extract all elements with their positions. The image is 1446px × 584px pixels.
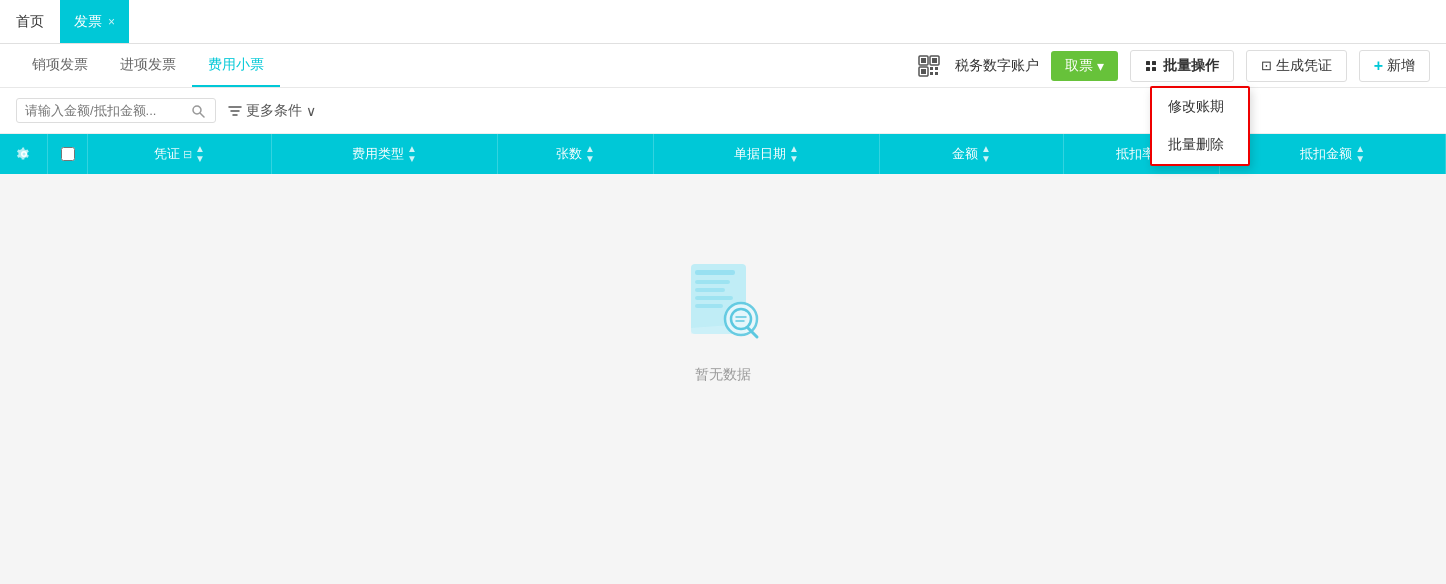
th-type[interactable]: 费用类型 ▲ ▼ — [272, 134, 498, 174]
th-count[interactable]: 张数 ▲ ▼ — [498, 134, 654, 174]
svg-rect-21 — [695, 304, 723, 308]
invoice-tab-label: 发票 — [74, 13, 102, 31]
svg-rect-1 — [921, 58, 926, 63]
svg-rect-11 — [1152, 61, 1156, 65]
search-input-wrap[interactable] — [16, 98, 216, 123]
svg-rect-3 — [932, 58, 937, 63]
empty-illustration — [673, 254, 773, 354]
invoice-tab[interactable]: 发票 × — [60, 0, 129, 43]
select-all-checkbox[interactable] — [61, 147, 75, 161]
modify-period-item[interactable]: 修改账期 — [1152, 88, 1248, 126]
filter-icon — [228, 104, 242, 118]
tab-expense[interactable]: 费用小票 — [192, 44, 280, 87]
batch-delete-item[interactable]: 批量删除 — [1152, 126, 1248, 164]
type-sort-icon[interactable]: ▲ ▼ — [407, 144, 417, 164]
deduct-sort-icon[interactable]: ▲ ▼ — [1355, 144, 1365, 164]
home-tab[interactable]: 首页 — [0, 0, 60, 43]
svg-rect-8 — [930, 72, 933, 75]
add-icon: + — [1374, 57, 1383, 75]
chevron-down-icon: ∨ — [306, 103, 316, 119]
more-filter-button[interactable]: 更多条件 ∨ — [228, 102, 316, 120]
top-nav: 首页 发票 × — [0, 0, 1446, 44]
batch-operation-button[interactable]: 批量操作 — [1130, 50, 1234, 82]
batch-dropdown-menu: 修改账期 批量删除 — [1150, 86, 1250, 166]
search-input[interactable] — [25, 103, 185, 118]
gear-icon — [16, 146, 32, 162]
svg-rect-6 — [930, 67, 933, 70]
svg-rect-17 — [695, 270, 735, 275]
date-sort-icon[interactable]: ▲ ▼ — [789, 144, 799, 164]
th-date[interactable]: 单据日期 ▲ ▼ — [654, 134, 880, 174]
sub-tabs: 销项发票 进项发票 费用小票 — [16, 44, 280, 87]
add-button[interactable]: + 新增 — [1359, 50, 1430, 82]
count-sort-icon[interactable]: ▲ ▼ — [585, 144, 595, 164]
search-icon — [191, 104, 205, 118]
th-deduct[interactable]: 抵扣金额 ▲ ▼ — [1220, 134, 1446, 174]
th-voucher[interactable]: 凭证 ⊟ ▲ ▼ — [88, 134, 272, 174]
voucher-sort-icon[interactable]: ▲ ▼ — [195, 144, 205, 164]
qr-icon[interactable] — [915, 52, 943, 80]
svg-line-15 — [201, 113, 205, 117]
right-actions: 税务数字账户 取票 ▾ 批量操作 ⊡ 生成凭证 + 新增 — [915, 50, 1430, 82]
tax-account-button[interactable]: 税务数字账户 — [955, 57, 1039, 75]
voucher-filter-icon[interactable]: ⊟ — [183, 148, 192, 161]
svg-rect-12 — [1146, 67, 1150, 71]
svg-rect-9 — [935, 72, 938, 75]
sub-tab-bar: 销项发票 进项发票 费用小票 税务 — [0, 44, 1446, 88]
home-label: 首页 — [16, 13, 44, 31]
svg-rect-19 — [695, 288, 725, 292]
empty-text: 暂无数据 — [695, 366, 751, 384]
svg-rect-18 — [695, 280, 730, 284]
th-checkbox[interactable] — [48, 134, 88, 174]
gen-voucher-button[interactable]: ⊡ 生成凭证 — [1246, 50, 1347, 82]
svg-rect-20 — [695, 296, 733, 300]
amount-sort-icon[interactable]: ▲ ▼ — [981, 144, 991, 164]
svg-rect-13 — [1152, 67, 1156, 71]
th-amount[interactable]: 金额 ▲ ▼ — [880, 134, 1064, 174]
svg-point-14 — [193, 106, 201, 114]
batch-icon — [1145, 59, 1159, 73]
svg-rect-7 — [935, 67, 938, 70]
get-ticket-button[interactable]: 取票 ▾ — [1051, 51, 1118, 81]
svg-rect-10 — [1146, 61, 1150, 65]
tab-sales[interactable]: 销项发票 — [16, 44, 104, 87]
close-icon[interactable]: × — [108, 15, 115, 29]
empty-state: 暂无数据 — [0, 174, 1446, 424]
svg-rect-5 — [921, 69, 926, 74]
gen-voucher-icon: ⊡ — [1261, 58, 1272, 73]
th-settings[interactable] — [0, 134, 48, 174]
tab-input[interactable]: 进项发票 — [104, 44, 192, 87]
dropdown-arrow-icon: ▾ — [1097, 58, 1104, 74]
